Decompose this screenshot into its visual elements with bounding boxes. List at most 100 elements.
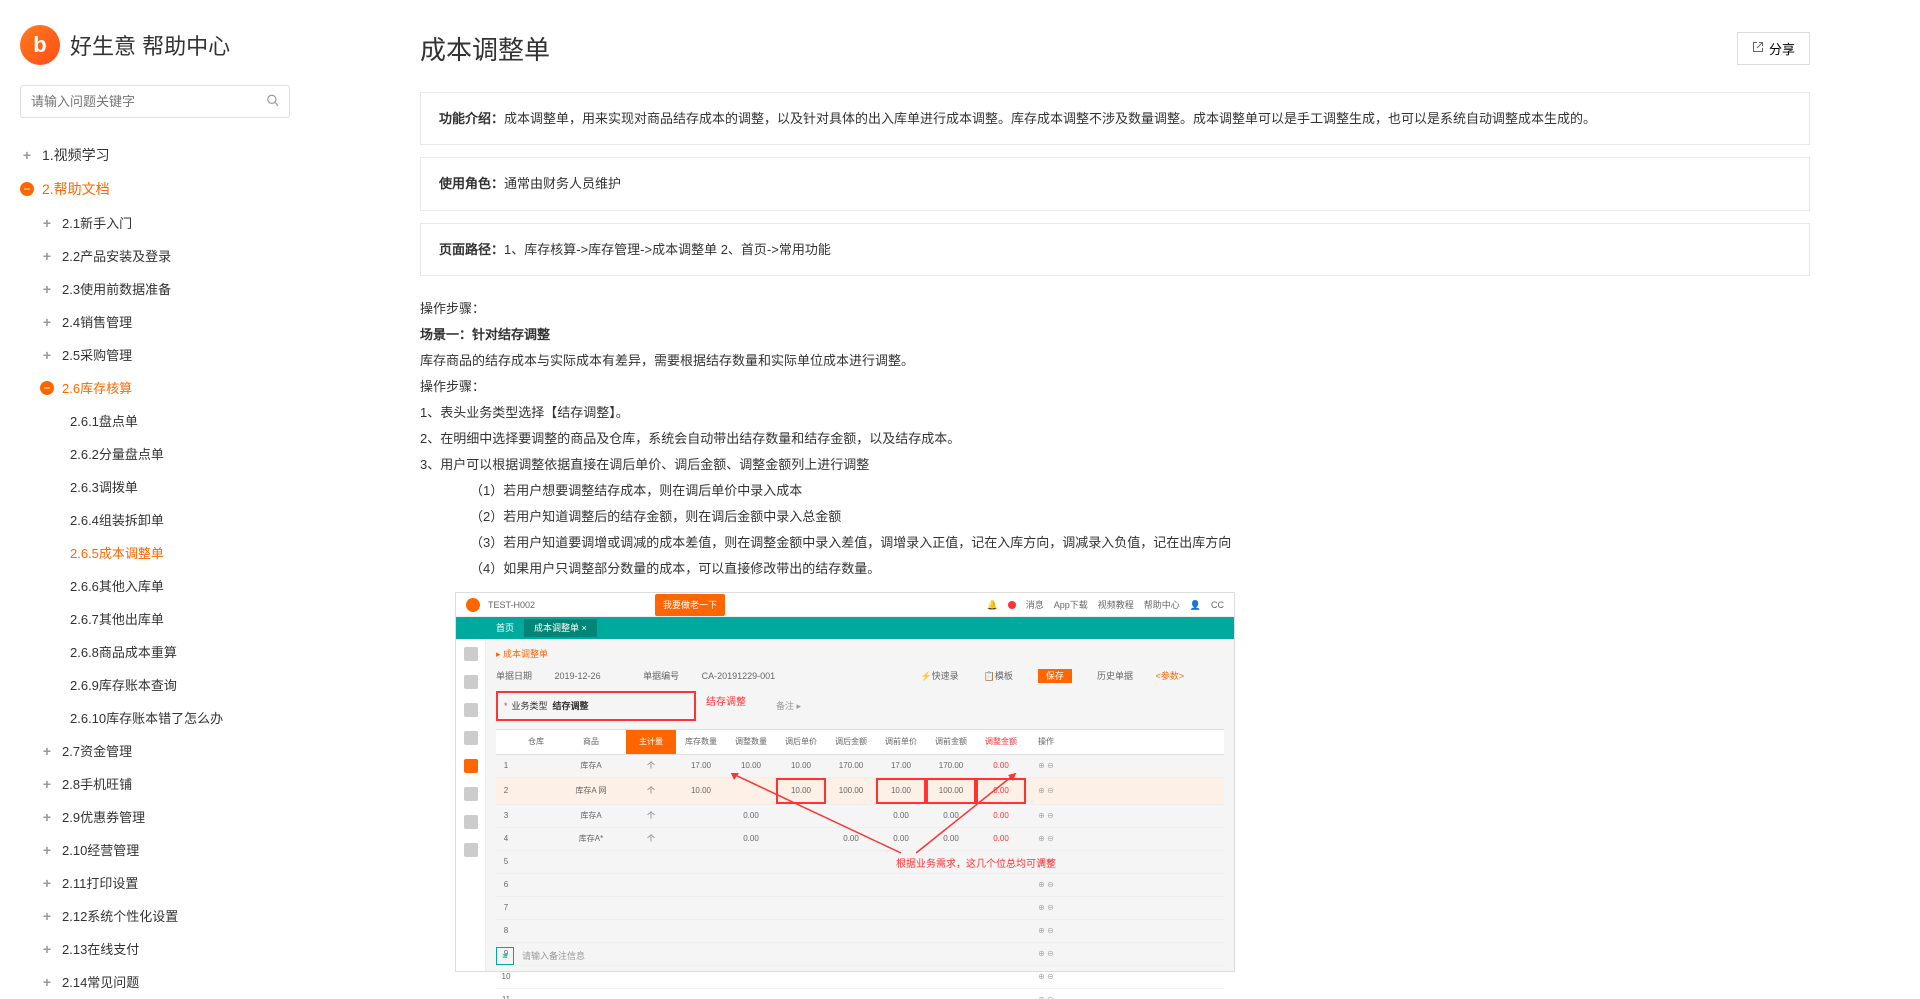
plus-icon: + <box>40 348 54 362</box>
ss-row: 5⊕ ⊖ <box>496 851 1224 874</box>
ss-td: 个 <box>626 755 676 777</box>
share-button[interactable]: 分享 <box>1737 32 1810 65</box>
ss-td: 0.00 <box>826 828 876 850</box>
nav-item[interactable]: 2.6.10库存账本错了怎么办 <box>20 701 290 734</box>
ss-td <box>556 882 626 888</box>
ss-td: 1 <box>496 755 516 777</box>
steps-label: 操作步骤： <box>420 296 1810 322</box>
nav-item[interactable]: +2.9优惠券管理 <box>20 800 290 833</box>
nav-item[interactable]: 2.6.7其他出库单 <box>20 602 290 635</box>
nav-item[interactable]: +2.7资金管理 <box>20 734 290 767</box>
ss-td: ⊕ ⊖ <box>1026 805 1066 827</box>
nav-item[interactable]: 2.6.6其他入库单 <box>20 569 290 602</box>
plus-icon: + <box>40 942 54 956</box>
ss-th: 仓库 <box>516 730 556 754</box>
plus-icon: + <box>40 975 54 989</box>
nav-label: 2.6.4组装拆卸单 <box>70 510 164 529</box>
nav-label: 2.6.2分量盘点单 <box>70 444 164 463</box>
ss-td <box>826 859 876 865</box>
search-input[interactable] <box>20 85 290 118</box>
ss-td <box>626 951 676 957</box>
nav-label: 2.3使用前数据准备 <box>62 279 171 298</box>
ss-badge-icon <box>1008 601 1016 609</box>
step-3b: （2）若用户知道调整后的结存金额，则在调后金额中录入总金额 <box>420 504 1810 530</box>
nav-item[interactable]: +2.12系统个性化设置 <box>20 899 290 932</box>
nav-item[interactable]: +2.4销售管理 <box>20 305 290 338</box>
ss-td: 5 <box>496 851 516 873</box>
nav-label: 2.13在线支付 <box>62 939 139 958</box>
ss-td: 10.00 <box>726 755 776 777</box>
nav-item[interactable]: +2.13在线支付 <box>20 932 290 965</box>
nav-item[interactable]: 2.6.2分量盘点单 <box>20 437 290 470</box>
nav-label: 2.6.3调拨单 <box>70 477 138 496</box>
ss-td <box>726 859 776 865</box>
page-title: 成本调整单 <box>420 30 550 67</box>
nav-item[interactable]: +1.视频学习 <box>20 138 290 172</box>
ss-td <box>776 928 826 934</box>
ss-td: 10.00 <box>776 778 826 804</box>
nav-item[interactable]: 2.6.1盘点单 <box>20 404 290 437</box>
ss-td <box>626 974 676 980</box>
ss-left-icon <box>464 647 478 661</box>
ss-td <box>776 859 826 865</box>
ss-td: 10.00 <box>776 755 826 777</box>
nav-item[interactable]: −2.帮助文档 <box>20 172 290 206</box>
screenshot: TEST-H002 我要做老一下 🔔 消息 App下载 视频教程 帮助中心 👤 … <box>455 592 1235 972</box>
ss-content: ▸ 成本调整单 单据日期 2019-12-26 单据编号 CA-20191229… <box>486 639 1234 971</box>
ss-td: ⊕ ⊖ <box>1026 966 1066 988</box>
nav-item[interactable]: 2.6.8商品成本重算 <box>20 635 290 668</box>
ss-td: 库存A <box>556 805 626 827</box>
ss-td <box>726 882 776 888</box>
ss-footer-text: 请输入备注信息 <box>522 947 585 965</box>
nav-item[interactable]: +2.1新手入门 <box>20 206 290 239</box>
nav-label: 2.11打印设置 <box>62 873 138 892</box>
ss-td <box>556 859 626 865</box>
ss-td: 17.00 <box>876 755 926 777</box>
ss-td <box>556 974 626 980</box>
nav-item[interactable]: +2.3使用前数据准备 <box>20 272 290 305</box>
ss-td <box>976 974 1026 980</box>
ss-red-annotation-1: 结存调整 <box>706 693 746 713</box>
nav-item[interactable]: 2.6.4组装拆卸单 <box>20 503 290 536</box>
ss-th: 调后单价 <box>776 730 826 754</box>
nav-label: 2.9优惠券管理 <box>62 807 145 826</box>
ss-row: 7⊕ ⊖ <box>496 897 1224 920</box>
nav-item[interactable]: 2.6.9库存账本查询 <box>20 668 290 701</box>
plus-icon: + <box>40 315 54 329</box>
ss-td <box>676 974 726 980</box>
nav-item[interactable]: +2.2产品安装及登录 <box>20 239 290 272</box>
ss-td <box>556 905 626 911</box>
ss-td: 0.00 <box>926 805 976 827</box>
nav-item[interactable]: +2.5采购管理 <box>20 338 290 371</box>
ss-td <box>776 951 826 957</box>
nav-item[interactable]: 2.6.3调拨单 <box>20 470 290 503</box>
ss-td <box>676 813 726 819</box>
nav-item[interactable]: +2.11打印设置 <box>20 866 290 899</box>
plus-icon: + <box>20 148 34 162</box>
logo-icon: b <box>20 25 60 65</box>
ss-td: ⊕ ⊖ <box>1026 780 1066 802</box>
ss-td <box>726 928 776 934</box>
ss-td <box>776 813 826 819</box>
ss-td <box>726 951 776 957</box>
nav: +1.视频学习−2.帮助文档+2.1新手入门+2.2产品安装及登录+2.3使用前… <box>20 138 290 999</box>
ss-row: 6⊕ ⊖ <box>496 874 1224 897</box>
plus-icon: + <box>40 744 54 758</box>
nav-item[interactable]: +2.8手机旺铺 <box>20 767 290 800</box>
ss-crumb: 成本调整单 <box>503 649 548 659</box>
nav-item[interactable]: +2.10经营管理 <box>20 833 290 866</box>
search-icon[interactable] <box>266 93 280 110</box>
ss-msg: 消息 <box>1026 596 1044 614</box>
ss-td <box>676 882 726 888</box>
ss-td <box>926 951 976 957</box>
ss-td <box>976 951 1026 957</box>
nav-item[interactable]: +2.14常见问题 <box>20 965 290 998</box>
nav-item[interactable]: −2.6库存核算 <box>20 371 290 404</box>
ss-td <box>726 788 776 794</box>
ss-th: 商品 <box>556 730 626 754</box>
nav-label: 2.2产品安装及登录 <box>62 246 171 265</box>
nav-item[interactable]: 2.6.5成本调整单 <box>20 536 290 569</box>
ss-tabs: 首页 成本调整单 × <box>456 617 1234 639</box>
main: 成本调整单 分享 功能介绍：成本调整单，用来实现对商品结存成本的调整，以及针对具… <box>310 0 1920 999</box>
ss-td: 个 <box>626 805 676 827</box>
